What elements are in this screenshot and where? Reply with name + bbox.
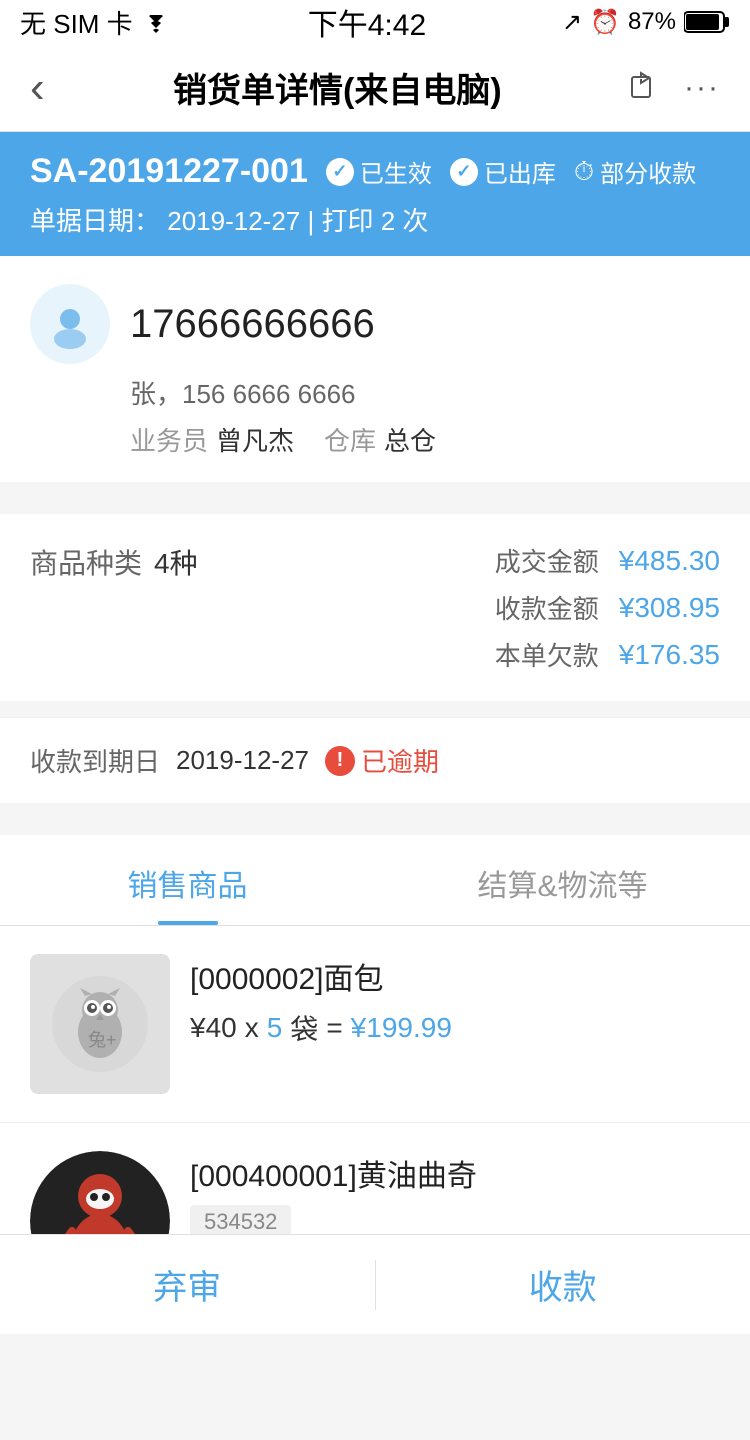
clock-icon: ⏱ — [574, 156, 594, 188]
status-time: 下午4:42 — [308, 0, 426, 44]
warehouse-value: 总仓 — [384, 421, 436, 458]
debt-amount-row: 本单欠款 ¥176.35 — [495, 636, 720, 673]
nav-right-icons: ··· — [630, 69, 720, 107]
customer-name-phone: 张，156 6666 6666 — [30, 374, 720, 411]
page-title: 销货单详情(来自电脑) — [173, 63, 502, 112]
alarm-icon: ⏰ — [590, 8, 620, 37]
bottom-bar: 弃审 收款 — [0, 1234, 750, 1334]
customer-section: 17666666666 张，156 6666 6666 业务员 曾凡杰 仓库 总… — [0, 256, 750, 482]
received-value: ¥308.95 — [619, 592, 720, 624]
product-thumb-1: 兔+ — [30, 954, 170, 1094]
product-name-1: [0000002]面包 — [190, 954, 720, 998]
received-amount-row: 收款金额 ¥308.95 — [495, 589, 720, 626]
sales-rep-label: 业务员 — [130, 421, 208, 458]
deal-amount-label: 成交金额 — [495, 542, 599, 579]
product-item-1: 兔+ [0000002]面包 ¥40 x 5 袋 = ¥199.99 — [0, 926, 750, 1123]
product-price-row-1: ¥40 x 5 袋 = ¥199.99 — [190, 1008, 720, 1048]
product-unit-1: 袋 — [290, 1008, 318, 1048]
category-stats: 商品种类 4种 — [30, 542, 198, 582]
category-label: 商品种类 — [30, 542, 142, 582]
overdue-text: 已逾期 — [361, 742, 439, 779]
stats-section: 商品种类 4种 成交金额 ¥485.30 收款金额 ¥308.95 本单欠款 ¥… — [0, 514, 750, 701]
avatar — [30, 284, 110, 364]
order-date-row: 单据日期： 2019-12-27 | 打印 2 次 — [30, 201, 720, 238]
tabs-row: 销售商品 结算&物流等 — [0, 835, 750, 925]
order-id: SA-20191227-001 — [30, 152, 308, 191]
deal-amount-value: ¥485.30 — [619, 545, 720, 577]
location-icon: ↗ — [562, 8, 582, 37]
sales-rep-value: 曾凡杰 — [216, 421, 294, 458]
divider-2 — [0, 803, 750, 819]
owl-icon: 兔+ — [50, 974, 150, 1074]
debt-label: 本单欠款 — [495, 636, 599, 673]
wifi-icon — [140, 15, 172, 37]
battery-icon — [684, 10, 730, 34]
badge-effective: ✓ 已生效 — [326, 154, 432, 189]
warehouse-label: 仓库 — [324, 421, 376, 458]
tabs-section: 销售商品 结算&物流等 — [0, 835, 750, 926]
product-name-2: [000400001]黄油曲奇 — [190, 1151, 720, 1195]
stats-row: 商品种类 4种 成交金额 ¥485.30 收款金额 ¥308.95 本单欠款 ¥… — [30, 542, 720, 673]
product-price-1: ¥40 — [190, 1012, 237, 1044]
product-info-1: [0000002]面包 ¥40 x 5 袋 = ¥199.99 — [190, 954, 720, 1048]
warehouse-item: 仓库 总仓 — [324, 421, 436, 458]
overdue-icon: ! — [325, 746, 355, 776]
nav-bar: ‹ 销货单详情(来自电脑) ··· — [0, 44, 750, 132]
back-button[interactable]: ‹ — [30, 63, 45, 113]
bottom-spacer — [0, 1320, 750, 1440]
battery-level: 87% — [628, 8, 676, 36]
badge-shipped: ✓ 已出库 — [450, 154, 556, 189]
customer-main-row: 17666666666 — [30, 284, 720, 364]
overdue-badge: ! 已逾期 — [325, 742, 439, 779]
received-label: 收款金额 — [495, 589, 599, 626]
deal-amount-row: 成交金额 ¥485.30 — [495, 542, 720, 579]
status-bar: 无 SIM 卡 下午4:42 ↗ ⏰ 87% — [0, 0, 750, 44]
customer-phone: 17666666666 — [130, 302, 375, 347]
sales-rep-item: 业务员 曾凡杰 — [130, 421, 294, 458]
product-total-1: ¥199.99 — [351, 1012, 452, 1044]
more-icon[interactable]: ··· — [684, 71, 720, 105]
status-right: ↗ ⏰ 87% — [562, 8, 730, 37]
check-icon-1: ✓ — [326, 158, 354, 186]
divider-1 — [0, 482, 750, 498]
due-date-section: 收款到期日 2019-12-27 ! 已逾期 — [0, 717, 750, 803]
debt-value: ¥176.35 — [619, 639, 720, 671]
tab-sales-products[interactable]: 销售商品 — [0, 835, 375, 925]
customer-meta: 业务员 曾凡杰 仓库 总仓 — [30, 421, 720, 458]
product-qty-1: 5 — [267, 1012, 283, 1044]
badge-partial-payment: ⏱ 部分收款 — [574, 154, 696, 189]
svg-text:兔+: 兔+ — [88, 1030, 117, 1050]
amount-stats: 成交金额 ¥485.30 收款金额 ¥308.95 本单欠款 ¥176.35 — [495, 542, 720, 673]
carrier-wifi: 无 SIM 卡 — [20, 4, 172, 41]
order-header: SA-20191227-001 ✓ 已生效 ✓ 已出库 ⏱ 部分收款 单据日期：… — [0, 132, 750, 256]
tab-settlement[interactable]: 结算&物流等 — [375, 835, 750, 925]
check-icon-2: ✓ — [450, 158, 478, 186]
collect-payment-button[interactable]: 收款 — [376, 1240, 750, 1329]
share-icon[interactable] — [630, 69, 660, 107]
due-label: 收款到期日 — [30, 742, 160, 779]
cancel-review-button[interactable]: 弃审 — [0, 1240, 375, 1329]
category-count: 4种 — [154, 542, 198, 582]
due-date-value: 2019-12-27 — [176, 745, 309, 776]
order-id-row: SA-20191227-001 ✓ 已生效 ✓ 已出库 ⏱ 部分收款 — [30, 152, 720, 191]
